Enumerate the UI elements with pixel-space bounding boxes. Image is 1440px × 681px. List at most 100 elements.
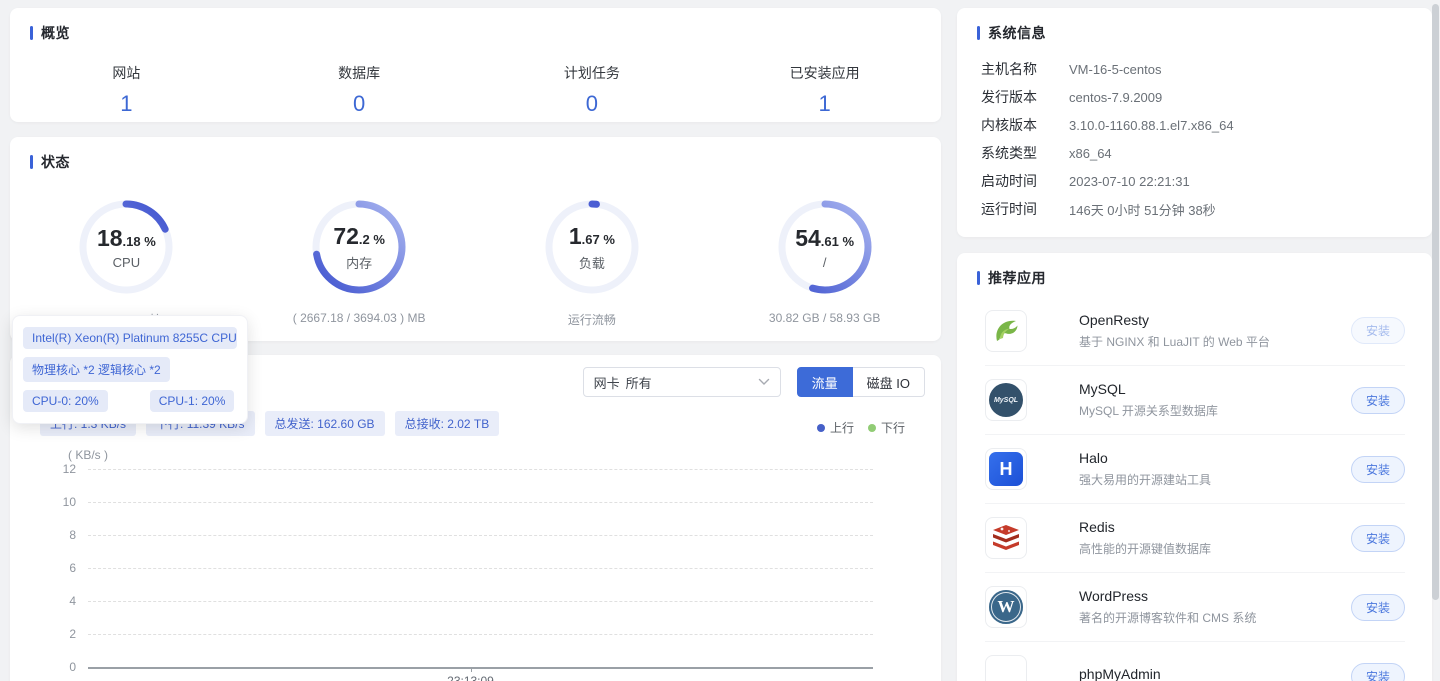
app-row-halo[interactable]: H Halo 强大易用的开源建站工具 安装	[985, 434, 1405, 503]
gridline	[88, 601, 873, 602]
select-prefix-label: 网卡	[593, 375, 620, 391]
status-title: 状态	[41, 154, 70, 170]
kernel-value: 3.10.0-1160.88.1.el7.x86_64	[1069, 117, 1234, 133]
gauge-memory[interactable]: 72.2 % 内存 ( 2667.18 / 3694.03 ) MB	[243, 199, 476, 328]
hostname-row: 主机名称 VM-16-5-centos	[981, 55, 1408, 83]
app-name: phpMyAdmin	[1079, 665, 1161, 681]
app-name: MySQL	[1079, 381, 1126, 397]
app-desc: 高性能的开源键值数据库	[1079, 542, 1212, 556]
y-tick: 2	[69, 627, 76, 641]
y-tick: 0	[69, 660, 76, 674]
stat-installed-apps-label: 已安装应用	[789, 65, 860, 81]
install-mysql-button[interactable]: 安装	[1350, 386, 1405, 414]
stat-databases-value[interactable]: 0	[243, 91, 476, 117]
gauge-load-detail: 运行流畅	[567, 313, 616, 327]
x-tick-mark	[470, 667, 472, 672]
boot-time-value: 2023-07-10 22:21:31	[1069, 173, 1190, 189]
stat-databases[interactable]: 数据库 0	[243, 63, 476, 117]
gauge-load-label: 负载	[578, 255, 605, 271]
overview-card-header: 概览	[10, 8, 941, 43]
total-sent-tag: 总发送: 162.60 GB	[264, 411, 385, 436]
app-desc: MySQL 开源关系型数据库	[1079, 404, 1218, 418]
stat-websites-value[interactable]: 1	[10, 91, 243, 117]
app-list: OpenResty 基于 NGINX 和 LuaJIT 的 Web 平台 安装 …	[957, 296, 1432, 681]
stat-cronjobs-value[interactable]: 0	[476, 91, 709, 117]
gauge-cpu-ring[interactable]: 18.18 % CPU	[78, 199, 174, 295]
x-tick-label: 23:13:09	[447, 674, 494, 681]
total-received-tag: 总接收: 2.02 TB	[394, 411, 500, 436]
stat-installed-apps-value[interactable]: 1	[708, 91, 941, 117]
hostname-label: 主机名称	[981, 61, 1037, 77]
gauge-disk-root-detail: 30.82 GB / 58.93 GB	[768, 311, 881, 325]
gridline	[88, 568, 873, 569]
gridline	[88, 535, 873, 536]
app-row-openresty[interactable]: OpenResty 基于 NGINX 和 LuaJIT 的 Web 平台 安装	[985, 296, 1405, 365]
app-row-phpmyadmin[interactable]: phpMyAdmin 安装	[985, 641, 1405, 681]
stat-cronjobs[interactable]: 计划任务 0	[476, 63, 709, 117]
x-axis-line	[88, 667, 873, 669]
gauge-memory-value: 72.2 %	[333, 222, 385, 249]
halo-icon: H	[989, 452, 1023, 486]
install-phpmyadmin-button[interactable]: 安装	[1350, 662, 1405, 681]
install-wordpress-button[interactable]: 安装	[1350, 593, 1405, 621]
app-desc: 著名的开源博客软件和 CMS 系统	[1079, 611, 1257, 625]
traffic-chart[interactable]: ( KB/s ) 12 10 8 6 4 2 0 23:13:09	[10, 448, 941, 681]
boot-time-label: 启动时间	[981, 173, 1037, 189]
recommended-apps-title: 推荐应用	[988, 270, 1046, 286]
app-row-mysql[interactable]: MySQL MySQL MySQL 开源关系型数据库 安装	[985, 365, 1405, 434]
app-row-redis[interactable]: Redis 高性能的开源键值数据库 安装	[985, 503, 1405, 572]
app-name: Redis	[1079, 519, 1115, 535]
legend-upstream[interactable]: 上行	[816, 419, 854, 436]
gridline	[88, 634, 873, 635]
title-accent-bar	[977, 26, 980, 40]
status-card-header: 状态	[10, 137, 941, 172]
cpu-cores-tag: 物理核心 *2 逻辑核心 *2	[23, 357, 170, 382]
app-name: Halo	[1079, 450, 1108, 466]
legend-upstream-label: 上行	[829, 421, 854, 435]
title-accent-bar	[30, 26, 33, 40]
gauge-cpu[interactable]: 18.18 % CPU ( 0.36 / 2 ) 核	[10, 199, 243, 328]
app-name: WordPress	[1079, 588, 1148, 604]
title-accent-bar	[30, 155, 33, 169]
title-accent-bar	[977, 271, 980, 285]
gridline	[88, 502, 873, 503]
gauge-memory-label: 内存	[346, 255, 373, 271]
status-card: 状态 18.18 % CPU ( 0.36 / 2 ) 核	[10, 137, 941, 341]
install-halo-button[interactable]: 安装	[1350, 455, 1405, 483]
stat-websites[interactable]: 网站 1	[10, 63, 243, 117]
recommended-apps-card: 推荐应用 OpenResty 基于 NGINX 和 LuaJIT 的 Web 平…	[957, 253, 1432, 681]
gauge-disk-root[interactable]: 54.61 % / 30.82 GB / 58.93 GB	[708, 199, 941, 328]
chart-legend: 上行 下行	[816, 419, 905, 436]
arch-label: 系统类型	[981, 145, 1037, 161]
vertical-scrollbar-thumb[interactable]	[1432, 4, 1439, 600]
distro-value: centos-7.9.2009	[1069, 89, 1163, 105]
overview-card: 概览 网站 1 数据库 0 计划任务 0 已安装应用 1	[10, 8, 941, 122]
cpu-model-tag: Intel(R) Xeon(R) Platinum 8255C CPU @ 2.…	[23, 327, 237, 349]
install-redis-button[interactable]: 安装	[1350, 524, 1405, 552]
disk-io-tab-button[interactable]: 磁盘 IO	[852, 367, 925, 397]
chevron-down-icon	[758, 378, 769, 385]
stat-installed-apps[interactable]: 已安装应用 1	[708, 63, 941, 117]
system-info-card: 系统信息 主机名称 VM-16-5-centos 发行版本 centos-7.9…	[957, 8, 1432, 237]
wordpress-icon: W	[989, 590, 1023, 624]
gauge-disk-root-ring[interactable]: 54.61 % /	[777, 199, 873, 295]
openresty-icon	[996, 320, 1018, 341]
gauge-load-ring[interactable]: 1.67 % 负载	[544, 199, 640, 295]
gauge-memory-ring[interactable]: 72.2 % 内存	[311, 199, 407, 295]
network-interface-select[interactable]: 网卡 所有	[582, 367, 781, 397]
stat-cronjobs-label: 计划任务	[563, 65, 620, 81]
gauge-load[interactable]: 1.67 % 负载 运行流畅	[476, 199, 709, 328]
legend-downstream[interactable]: 下行	[867, 419, 905, 436]
y-tick: 8	[69, 528, 76, 542]
kernel-label: 内核版本	[981, 117, 1037, 133]
gauge-load-value: 1.67 %	[568, 222, 615, 249]
traffic-tab-button[interactable]: 流量	[796, 367, 853, 397]
select-value: 所有	[625, 375, 652, 391]
cpu1-usage-tag: CPU-1: 20%	[149, 390, 235, 412]
install-openresty-button[interactable]: 安装	[1350, 317, 1405, 344]
y-tick: 12	[62, 462, 76, 476]
redis-icon	[993, 525, 1019, 550]
gauge-disk-root-label: /	[822, 254, 827, 270]
cpu0-usage-tag: CPU-0: 20%	[23, 390, 108, 412]
app-row-wordpress[interactable]: W WordPress 著名的开源博客软件和 CMS 系统 安装	[985, 572, 1405, 641]
